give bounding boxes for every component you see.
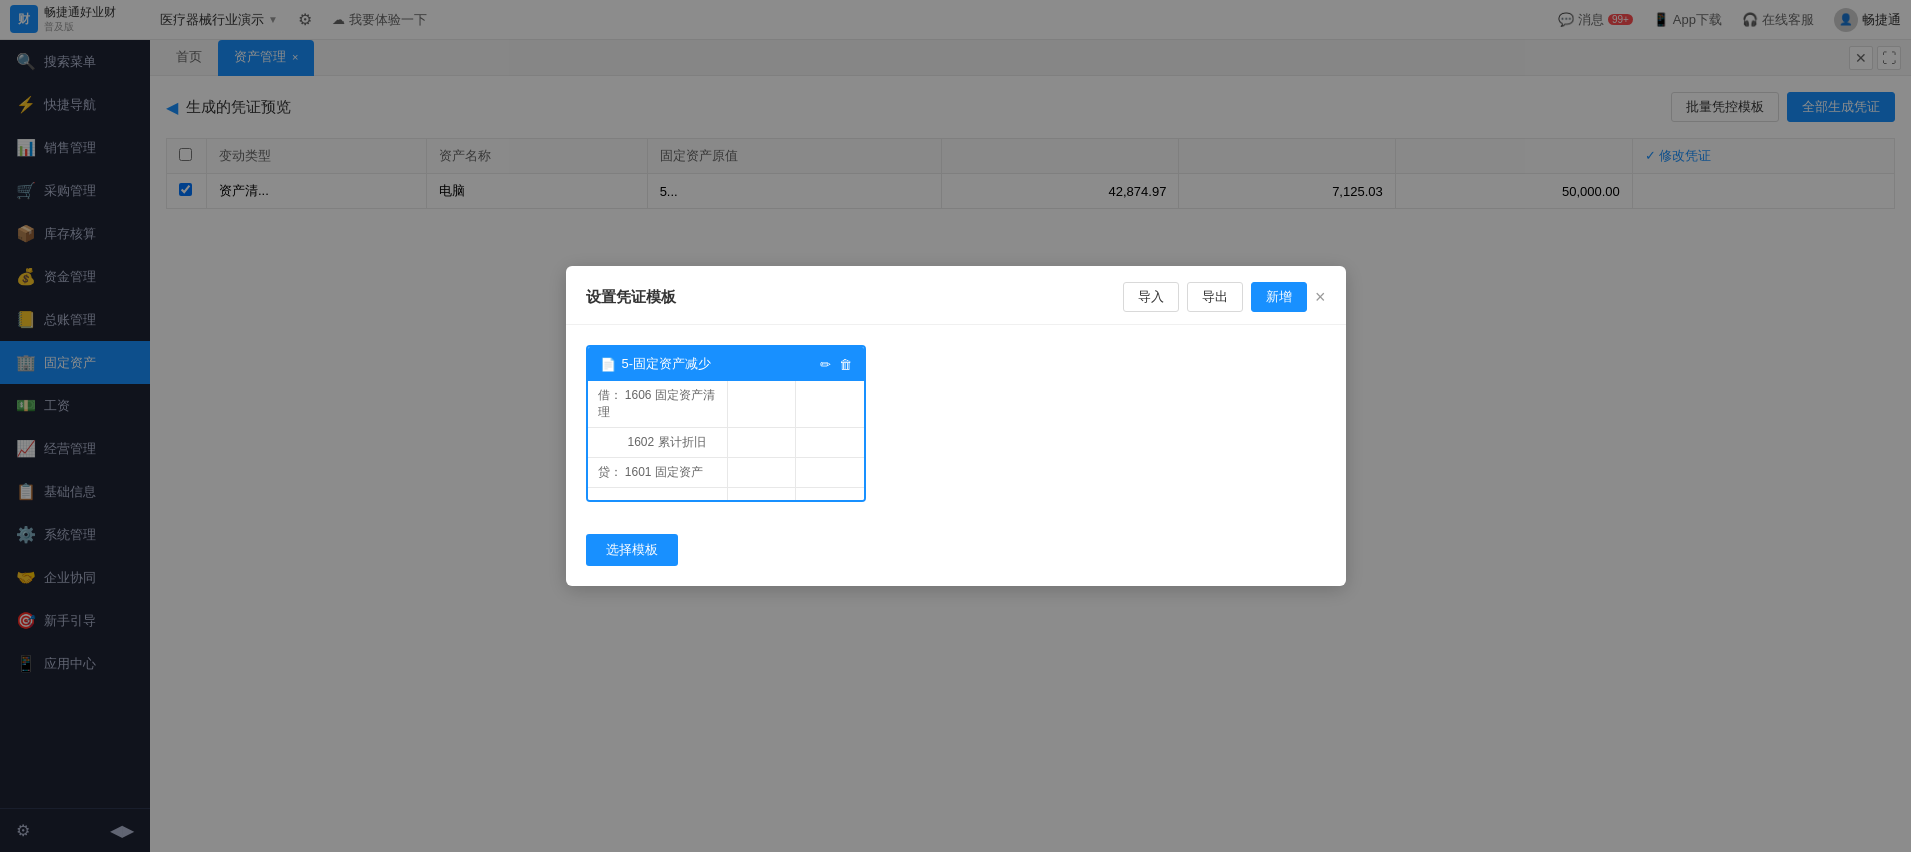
new-btn[interactable]: 新增 bbox=[1251, 282, 1307, 312]
template-name: 5-固定资产减少 bbox=[622, 355, 712, 373]
template-card-body: 借： 1606 固定资产清理 1602 累计折旧 bbox=[588, 381, 864, 500]
template-row4-label bbox=[588, 488, 728, 500]
template-row3-debit bbox=[728, 458, 797, 487]
template-row-1: 借： 1606 固定资产清理 bbox=[588, 381, 864, 428]
modal-header: 设置凭证模板 导入 导出 新增 × bbox=[566, 266, 1346, 325]
template-card-header-left: 📄 5-固定资产减少 bbox=[600, 355, 712, 373]
template-edit-icon[interactable]: ✏ bbox=[820, 357, 831, 372]
template-delete-icon[interactable]: 🗑 bbox=[839, 357, 852, 372]
template-row-2: 1602 累计折旧 bbox=[588, 428, 864, 458]
export-btn[interactable]: 导出 bbox=[1187, 282, 1243, 312]
template-row4-debit bbox=[728, 488, 797, 500]
modal-overlay[interactable]: 设置凭证模板 导入 导出 新增 × 📄 5-固定资产减少 bbox=[0, 0, 1911, 852]
template-card-header: 📄 5-固定资产减少 ✏ 🗑 bbox=[588, 347, 864, 381]
template-card: 📄 5-固定资产减少 ✏ 🗑 借： 1606 固定资产清理 bbox=[586, 345, 866, 502]
template-row2-credit bbox=[796, 428, 864, 457]
template-row-4 bbox=[588, 488, 864, 500]
debit-label-1: 借： bbox=[598, 388, 622, 402]
template-row3-credit bbox=[796, 458, 864, 487]
template-row2-debit bbox=[728, 428, 797, 457]
modal-close-btn[interactable]: × bbox=[1315, 287, 1326, 308]
template-row-3: 贷： 1601 固定资产 bbox=[588, 458, 864, 488]
template-row2-label: 1602 累计折旧 bbox=[588, 428, 728, 457]
template-row3-label: 贷： 1601 固定资产 bbox=[588, 458, 728, 487]
account-code-2: 1602 累计折旧 bbox=[598, 435, 706, 449]
modal-body: 📄 5-固定资产减少 ✏ 🗑 借： 1606 固定资产清理 bbox=[566, 325, 1346, 586]
template-header-icon: 📄 bbox=[600, 357, 616, 372]
modal-title: 设置凭证模板 bbox=[586, 288, 676, 307]
template-row1-label: 借： 1606 固定资产清理 bbox=[588, 381, 728, 427]
template-row1-credit bbox=[796, 381, 864, 427]
select-template-btn[interactable]: 选择模板 bbox=[586, 534, 678, 566]
template-row4-credit bbox=[796, 488, 864, 500]
credit-label: 贷： bbox=[598, 465, 622, 479]
template-card-actions: ✏ 🗑 bbox=[820, 357, 852, 372]
modal-toolbar: 导入 导出 新增 bbox=[1123, 282, 1307, 312]
template-row1-debit bbox=[728, 381, 797, 427]
select-template-container: 选择模板 bbox=[586, 518, 1326, 566]
modal-set-template: 设置凭证模板 导入 导出 新增 × 📄 5-固定资产减少 bbox=[566, 266, 1346, 586]
import-btn[interactable]: 导入 bbox=[1123, 282, 1179, 312]
